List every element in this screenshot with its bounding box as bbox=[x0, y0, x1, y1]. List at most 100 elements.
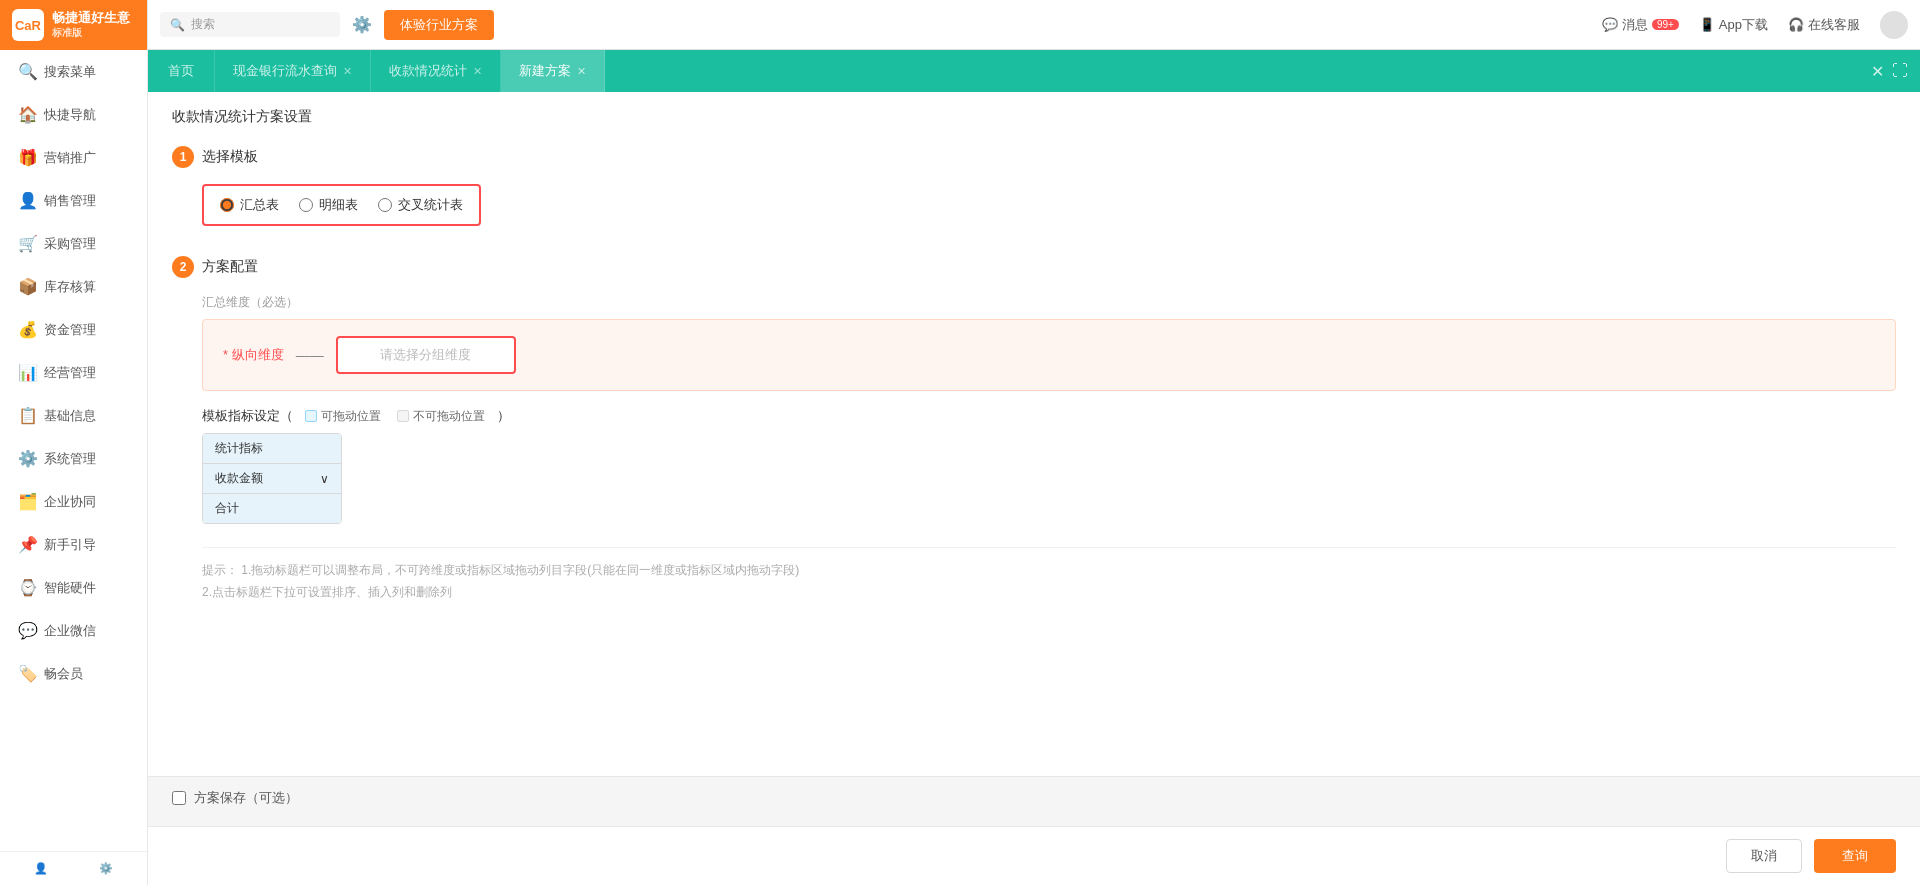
tab-receipt-stat-label: 收款情况统计 bbox=[389, 62, 467, 80]
logo-icon: CaR bbox=[12, 9, 44, 41]
legend-movable-label: 可拖动位置 bbox=[321, 408, 381, 425]
sidebar-item-search-menu[interactable]: 🔍 搜索菜单 bbox=[0, 50, 147, 93]
sidebar-item-system[interactable]: ⚙️ 系统管理 bbox=[0, 437, 147, 480]
indicator-settings: 模板指标设定（ 可拖动位置 不可拖动位置 bbox=[202, 407, 1896, 527]
sidebar-item-member[interactable]: 🏷️ 畅会员 bbox=[0, 652, 147, 695]
tab-home[interactable]: 首页 bbox=[148, 50, 215, 92]
tab-bank-flow-close-icon[interactable]: ✕ bbox=[343, 65, 352, 78]
sidebar-item-label: 畅会员 bbox=[44, 665, 83, 683]
app-logo: CaR 畅捷通好生意 标准版 bbox=[0, 0, 147, 50]
legend-fixed: 不可拖动位置 bbox=[397, 408, 485, 425]
indicator-label-text: 模板指标设定（ bbox=[202, 407, 293, 425]
download-item[interactable]: 📱 App下载 bbox=[1699, 16, 1768, 34]
step2-title: 方案配置 bbox=[202, 258, 258, 276]
sidebar-item-label: 基础信息 bbox=[44, 407, 96, 425]
sales-icon: 👤 bbox=[18, 191, 36, 210]
sidebar-item-purchase[interactable]: 🛒 采购管理 bbox=[0, 222, 147, 265]
radio-summary-label[interactable]: 汇总表 bbox=[240, 196, 279, 214]
stat-table-row2: 合计 bbox=[203, 494, 341, 523]
sidebar-item-label: 资金管理 bbox=[44, 321, 96, 339]
notification-item[interactable]: 💬 消息 99+ bbox=[1602, 16, 1679, 34]
sidebar-item-finance[interactable]: 💰 资金管理 bbox=[0, 308, 147, 351]
sidebar-item-smart-hardware[interactable]: ⌚ 智能硬件 bbox=[0, 566, 147, 609]
template-select-wrapper: 汇总表 明细表 交叉统计表 bbox=[172, 184, 1896, 246]
app-edition: 标准版 bbox=[52, 26, 130, 40]
sidebar-item-label: 系统管理 bbox=[44, 450, 96, 468]
settings-gear-icon[interactable]: ⚙️ bbox=[352, 15, 372, 34]
stat-table-header-label: 统计指标 bbox=[215, 440, 263, 457]
notification-label: 消息 bbox=[1622, 16, 1648, 34]
sidebar-bottom: 👤 ⚙️ bbox=[0, 851, 147, 885]
stat-table-row1[interactable]: 收款金额 ∨ bbox=[203, 464, 341, 494]
template-select: 汇总表 明细表 交叉统计表 bbox=[202, 184, 481, 226]
sidebar-item-beginner-guide[interactable]: 📌 新手引导 bbox=[0, 523, 147, 566]
trial-button[interactable]: 体验行业方案 bbox=[384, 10, 494, 40]
app-name: 畅捷通好生意 bbox=[52, 10, 130, 26]
service-item[interactable]: 🎧 在线客服 bbox=[1788, 16, 1860, 34]
radio-detail-label[interactable]: 明细表 bbox=[319, 196, 358, 214]
sidebar-item-basic-info[interactable]: 📋 基础信息 bbox=[0, 394, 147, 437]
page-title: 收款情况统计方案设置 bbox=[172, 108, 1896, 126]
sidebar-item-enterprise-wechat[interactable]: 💬 企业微信 bbox=[0, 609, 147, 652]
page-content: 收款情况统计方案设置 1 选择模板 汇总表 明细表 bbox=[148, 92, 1920, 826]
sidebar-item-quick-nav[interactable]: 🏠 快捷导航 bbox=[0, 93, 147, 136]
radio-summary[interactable]: 汇总表 bbox=[220, 196, 279, 214]
radio-detail[interactable]: 明细表 bbox=[299, 196, 358, 214]
service-label: 在线客服 bbox=[1808, 16, 1860, 34]
sidebar: CaR 畅捷通好生意 标准版 🔍 搜索菜单 🏠 快捷导航 🎁 营销推广 👤 销售… bbox=[0, 0, 148, 885]
sidebar-item-inventory[interactable]: 📦 库存核算 bbox=[0, 265, 147, 308]
search-menu-icon: 🔍 bbox=[18, 62, 36, 81]
sidebar-item-enterprise-collab[interactable]: 🗂️ 企业协同 bbox=[0, 480, 147, 523]
purchase-icon: 🛒 bbox=[18, 234, 36, 253]
stat-row1-dropdown-icon[interactable]: ∨ bbox=[320, 472, 329, 486]
legend-movable: 可拖动位置 bbox=[305, 408, 381, 425]
hint-section: 提示： 1.拖动标题栏可以调整布局，不可跨维度或指标区域拖动列目字段(只能在同一… bbox=[202, 547, 1896, 603]
download-icon: 📱 bbox=[1699, 17, 1715, 32]
settings-bottom-icon: ⚙️ bbox=[99, 862, 113, 875]
smart-hardware-icon: ⌚ bbox=[18, 578, 36, 597]
sidebar-item-marketing[interactable]: 🎁 营销推广 bbox=[0, 136, 147, 179]
tab-bank-flow[interactable]: 现金银行流水查询 ✕ bbox=[215, 50, 371, 92]
tab-new-plan-close-icon[interactable]: ✕ bbox=[577, 65, 586, 78]
dimension-row-label: 纵向维度 bbox=[223, 346, 284, 364]
sidebar-item-sales[interactable]: 👤 销售管理 bbox=[0, 179, 147, 222]
cancel-button[interactable]: 取消 bbox=[1726, 839, 1802, 873]
sidebar-user-btn[interactable]: 👤 bbox=[34, 862, 48, 875]
step2: 2 方案配置 汇总维度（必选） 纵向维度 —— 请选择分组维度 bbox=[172, 256, 1896, 603]
footer-checkbox[interactable] bbox=[172, 791, 186, 805]
step2-header: 2 方案配置 bbox=[172, 256, 1896, 278]
user-avatar[interactable] bbox=[1880, 11, 1908, 39]
finance-icon: 💰 bbox=[18, 320, 36, 339]
stat-row2-label: 合计 bbox=[215, 501, 239, 515]
tabbar-expand-icon[interactable]: ⛶ bbox=[1892, 62, 1908, 80]
legend-movable-dot bbox=[305, 410, 317, 422]
step2-block: 汇总维度（必选） 纵向维度 —— 请选择分组维度 bbox=[202, 294, 1896, 603]
radio-cross[interactable]: 交叉统计表 bbox=[378, 196, 463, 214]
indicator-settings-label: 模板指标设定（ 可拖动位置 不可拖动位置 bbox=[202, 407, 1896, 425]
radio-cross-label[interactable]: 交叉统计表 bbox=[398, 196, 463, 214]
sidebar-item-label: 库存核算 bbox=[44, 278, 96, 296]
sidebar-settings-btn[interactable]: ⚙️ bbox=[99, 862, 113, 875]
step1-badge: 1 bbox=[172, 146, 194, 168]
radio-cross-input[interactable] bbox=[378, 198, 392, 212]
tab-new-plan-label: 新建方案 bbox=[519, 62, 571, 80]
sidebar-item-operations[interactable]: 📊 经营管理 bbox=[0, 351, 147, 394]
tab-new-plan[interactable]: 新建方案 ✕ bbox=[501, 50, 605, 92]
sidebar-item-label: 营销推广 bbox=[44, 149, 96, 167]
radio-detail-input[interactable] bbox=[299, 198, 313, 212]
query-button[interactable]: 查询 bbox=[1814, 839, 1896, 873]
dimension-section: 汇总维度（必选） 纵向维度 —— 请选择分组维度 bbox=[202, 294, 1896, 391]
marketing-icon: 🎁 bbox=[18, 148, 36, 167]
stat-table: 统计指标 收款金额 ∨ 合计 bbox=[202, 433, 342, 524]
dimension-placeholder-box[interactable]: 请选择分组维度 bbox=[336, 336, 516, 374]
quick-nav-icon: 🏠 bbox=[18, 105, 36, 124]
tab-receipt-stat[interactable]: 收款情况统计 ✕ bbox=[371, 50, 501, 92]
dimension-section-label: 汇总维度（必选） bbox=[202, 294, 1896, 311]
tabbar-close-icon[interactable]: ✕ bbox=[1871, 62, 1884, 81]
tab-receipt-stat-close-icon[interactable]: ✕ bbox=[473, 65, 482, 78]
topbar-search[interactable]: 🔍 搜索 bbox=[160, 12, 340, 37]
footer-label: 方案保存（可选） bbox=[194, 789, 298, 807]
radio-summary-input[interactable] bbox=[220, 198, 234, 212]
sidebar-item-label: 智能硬件 bbox=[44, 579, 96, 597]
stat-table-header: 统计指标 bbox=[203, 434, 341, 464]
